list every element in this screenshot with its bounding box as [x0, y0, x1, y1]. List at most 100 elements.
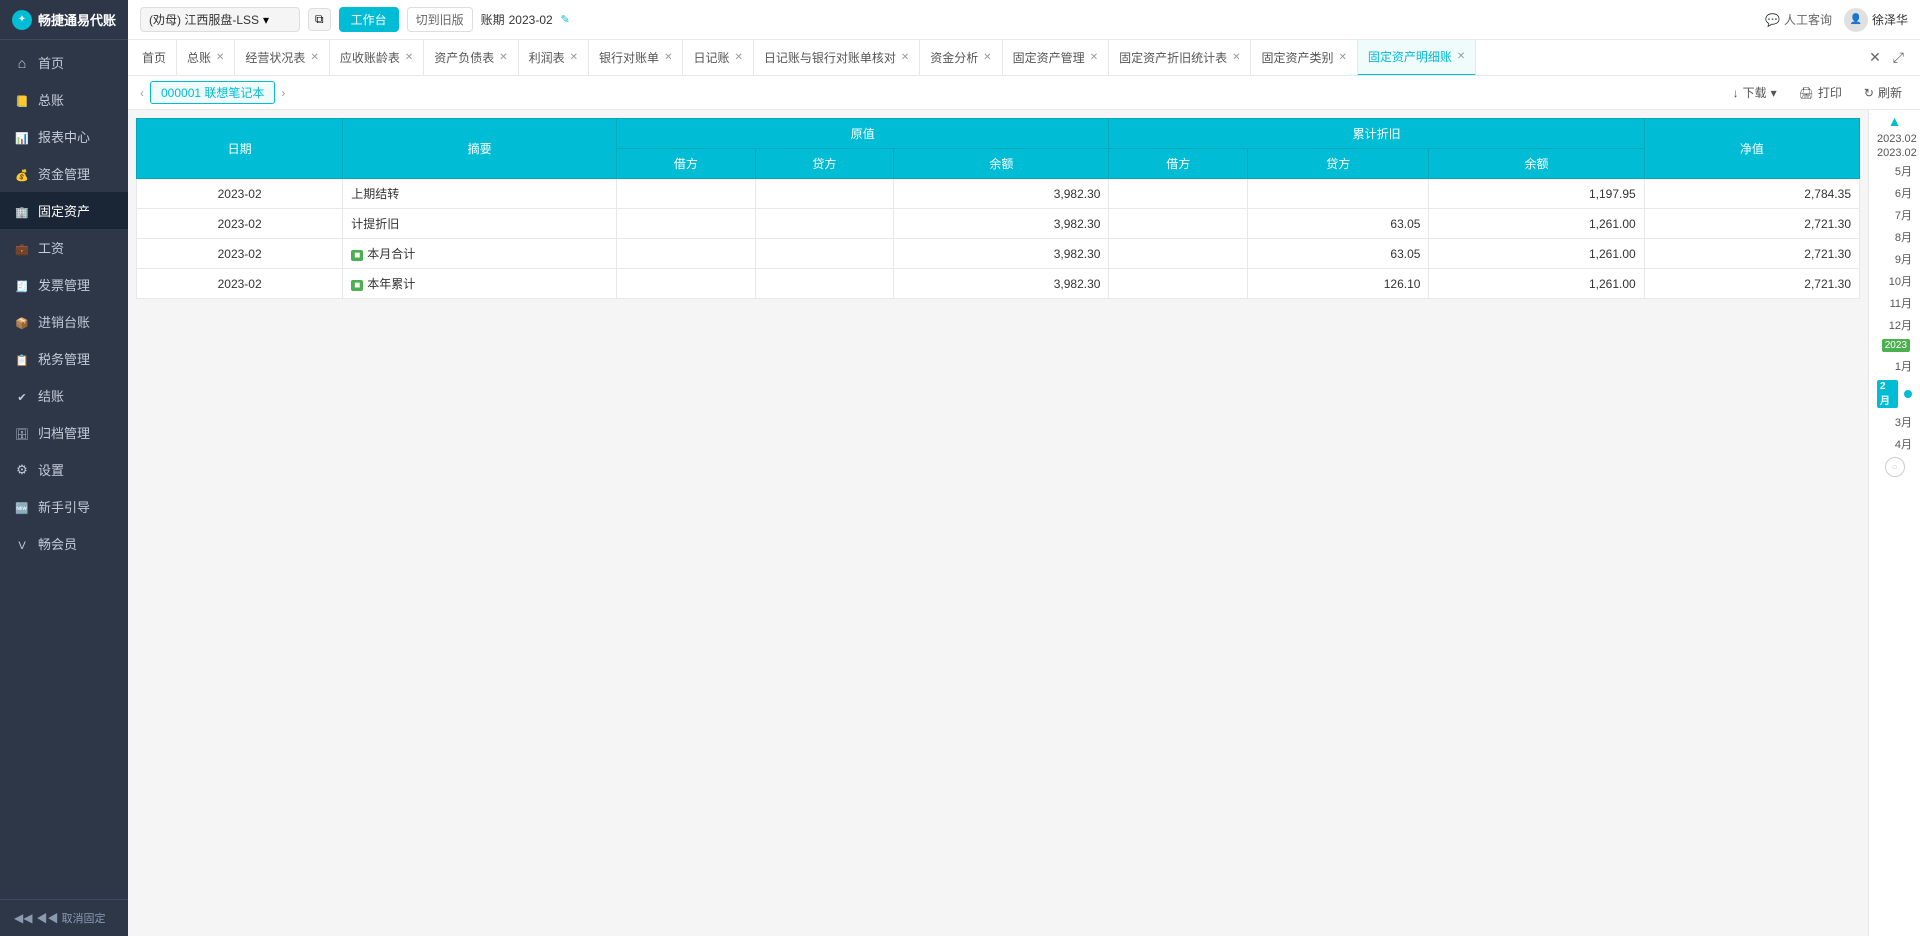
- tab-6[interactable]: 银行对账单✕: [589, 40, 683, 76]
- tab-close-10[interactable]: ✕: [1090, 52, 1098, 63]
- timeline-month-12[interactable]: 4月: [1869, 433, 1920, 455]
- period-display: 账期 2023-02 ✎: [481, 11, 570, 28]
- cell-memo-3: ■本年累计: [343, 269, 617, 299]
- timeline-month-2[interactable]: 7月: [1869, 204, 1920, 226]
- customer-service-button[interactable]: 💬 人工客询: [1765, 11, 1832, 28]
- tab-12[interactable]: 固定资产类别✕: [1251, 40, 1357, 76]
- sidebar-item-member[interactable]: 畅会员: [0, 525, 128, 562]
- sidebar-item-wage[interactable]: 工资: [0, 229, 128, 266]
- th-depreciation-group: 累计折旧: [1109, 119, 1644, 149]
- tab-label-3: 应收账龄表: [340, 49, 400, 66]
- sidebar-item-label-ledger: 总账: [38, 90, 64, 109]
- sidebar-item-tax[interactable]: 税务管理: [0, 340, 128, 377]
- timeline-up-arrow[interactable]: ▲: [1888, 114, 1902, 128]
- content-area: 日期 摘要 原值 累计折旧 净值 借方 贷方 余额 借方 贷方 余额: [128, 110, 1920, 936]
- tab-4[interactable]: 资产负债表✕: [424, 40, 518, 76]
- sidebar-item-archive[interactable]: 归档管理: [0, 414, 128, 451]
- invoice-icon: [14, 277, 30, 293]
- table-section: 日期 摘要 原值 累计折旧 净值 借方 贷方 余额 借方 贷方 余额: [128, 110, 1868, 936]
- tab-10[interactable]: 固定资产管理✕: [1003, 40, 1109, 76]
- download-icon: ↓: [1733, 86, 1739, 100]
- tab-13[interactable]: 固定资产明细账✕: [1358, 40, 1476, 76]
- user-menu-button[interactable]: 👤 徐泽华: [1844, 8, 1908, 32]
- tab-close-5[interactable]: ✕: [570, 52, 578, 63]
- copy-company-button[interactable]: ⧉: [308, 8, 331, 31]
- timeline-month-9[interactable]: 1月: [1869, 355, 1920, 377]
- timeline-month-1[interactable]: 6月: [1869, 182, 1920, 204]
- timeline-month-0[interactable]: 5月: [1869, 160, 1920, 182]
- sidebar-footer-label: ◀◀ 取消固定: [36, 910, 105, 926]
- period-edit-icon[interactable]: ✎: [561, 13, 570, 26]
- cell-orig-credit-1: [755, 209, 894, 239]
- month-label-11: 3月: [1895, 414, 1912, 430]
- sidebar-item-close[interactable]: 结账: [0, 377, 128, 414]
- timeline-expand-icon: ○: [1891, 462, 1897, 473]
- member-icon: [14, 536, 30, 552]
- sidebar-item-report[interactable]: 报表中心: [0, 118, 128, 155]
- sidebar-footer-toggle[interactable]: ◀◀ ◀◀ 取消固定: [0, 899, 128, 936]
- tab-2[interactable]: 经营状况表✕: [235, 40, 329, 76]
- tab-close-2[interactable]: ✕: [310, 52, 318, 63]
- tab-8[interactable]: 日记账与银行对账单核对✕: [754, 40, 920, 76]
- timeline-month-5[interactable]: 10月: [1869, 270, 1920, 292]
- tab-close-9[interactable]: ✕: [983, 52, 991, 63]
- timeline-month-4[interactable]: 9月: [1869, 248, 1920, 270]
- timeline-expand-circle[interactable]: ○: [1885, 457, 1905, 477]
- sidebar-item-fund[interactable]: 资金管理: [0, 155, 128, 192]
- timeline-month-6[interactable]: 11月: [1869, 292, 1920, 314]
- cell-orig-credit-2: [755, 239, 894, 269]
- timeline-month-8[interactable]: 2023: [1869, 336, 1920, 355]
- timeline-month-3[interactable]: 8月: [1869, 226, 1920, 248]
- user-name: 徐泽华: [1872, 11, 1908, 28]
- timeline-month-11[interactable]: 3月: [1869, 411, 1920, 433]
- asset-code: 000001: [161, 86, 201, 100]
- tab-close-13[interactable]: ✕: [1457, 51, 1465, 62]
- asset-item-tab[interactable]: 000001 联想笔记本: [150, 81, 275, 104]
- tab-close-4[interactable]: ✕: [499, 52, 507, 63]
- timeline-month-7[interactable]: 12月: [1869, 314, 1920, 336]
- workbench-button[interactable]: 工作台: [339, 7, 399, 32]
- tab-close-8[interactable]: ✕: [901, 52, 909, 63]
- sidebar-item-settings[interactable]: 设置: [0, 451, 128, 488]
- sidebar-item-trade[interactable]: 进销台账: [0, 303, 128, 340]
- tab-close-all-button[interactable]: ✕: [1865, 47, 1885, 68]
- subnav-next-arrow[interactable]: ›: [281, 86, 285, 100]
- refresh-label: 刷新: [1878, 84, 1902, 101]
- tab-close-3[interactable]: ✕: [405, 52, 413, 63]
- service-label: 人工客询: [1784, 11, 1832, 28]
- tab-close-1[interactable]: ✕: [216, 52, 224, 63]
- tab-close-12[interactable]: ✕: [1339, 52, 1347, 63]
- avatar: 👤: [1844, 8, 1868, 32]
- sidebar-item-asset[interactable]: 固定资产: [0, 192, 128, 229]
- tab-9[interactable]: 资金分析✕: [920, 40, 1002, 76]
- cell-net-value-0: 2,784.35: [1644, 179, 1859, 209]
- cell-dep-credit-1: 63.05: [1248, 209, 1429, 239]
- switch-version-button[interactable]: 切到旧版: [407, 7, 473, 32]
- sidebar-item-invoice[interactable]: 发票管理: [0, 266, 128, 303]
- subnav-prev-arrow[interactable]: ‹: [140, 86, 144, 100]
- print-button[interactable]: 🖨 打印: [1793, 81, 1848, 104]
- timeline-month-10[interactable]: 2月: [1869, 377, 1920, 411]
- tab-close-11[interactable]: ✕: [1232, 52, 1240, 63]
- tab-7[interactable]: 日记账✕: [683, 40, 753, 76]
- month-label-3: 8月: [1895, 229, 1912, 245]
- timeline-period-label-1: 2023.02: [1869, 132, 1920, 146]
- tab-1[interactable]: 总账✕: [177, 40, 235, 76]
- sidebar-item-label-home: 首页: [38, 53, 64, 72]
- sidebar-item-guide[interactable]: 新手引导: [0, 488, 128, 525]
- tab-11[interactable]: 固定资产折旧统计表✕: [1109, 40, 1251, 76]
- sidebar-item-ledger[interactable]: 总账: [0, 81, 128, 118]
- tab-close-7[interactable]: ✕: [734, 52, 742, 63]
- tab-close-6[interactable]: ✕: [664, 52, 672, 63]
- cell-orig-balance-0: 3,982.30: [894, 179, 1109, 209]
- tab-5[interactable]: 利润表✕: [519, 40, 589, 76]
- tab-0[interactable]: 首页: [132, 40, 177, 76]
- table-row: 2023-02 ■本年累计 3,982.30 126.10 1,261.00 2…: [137, 269, 1860, 299]
- download-button[interactable]: ↓ 下载 ▾: [1727, 81, 1783, 104]
- cell-dep-balance-3: 1,261.00: [1429, 269, 1644, 299]
- sidebar-item-home[interactable]: 首页: [0, 44, 128, 81]
- company-selector[interactable]: (劝母) 江西服盘-LSS ▾: [140, 7, 300, 32]
- refresh-button[interactable]: ↻ 刷新: [1858, 81, 1908, 104]
- tab-restore-button[interactable]: ⤢: [1889, 47, 1908, 68]
- tab-3[interactable]: 应收账龄表 ✕: [330, 40, 424, 76]
